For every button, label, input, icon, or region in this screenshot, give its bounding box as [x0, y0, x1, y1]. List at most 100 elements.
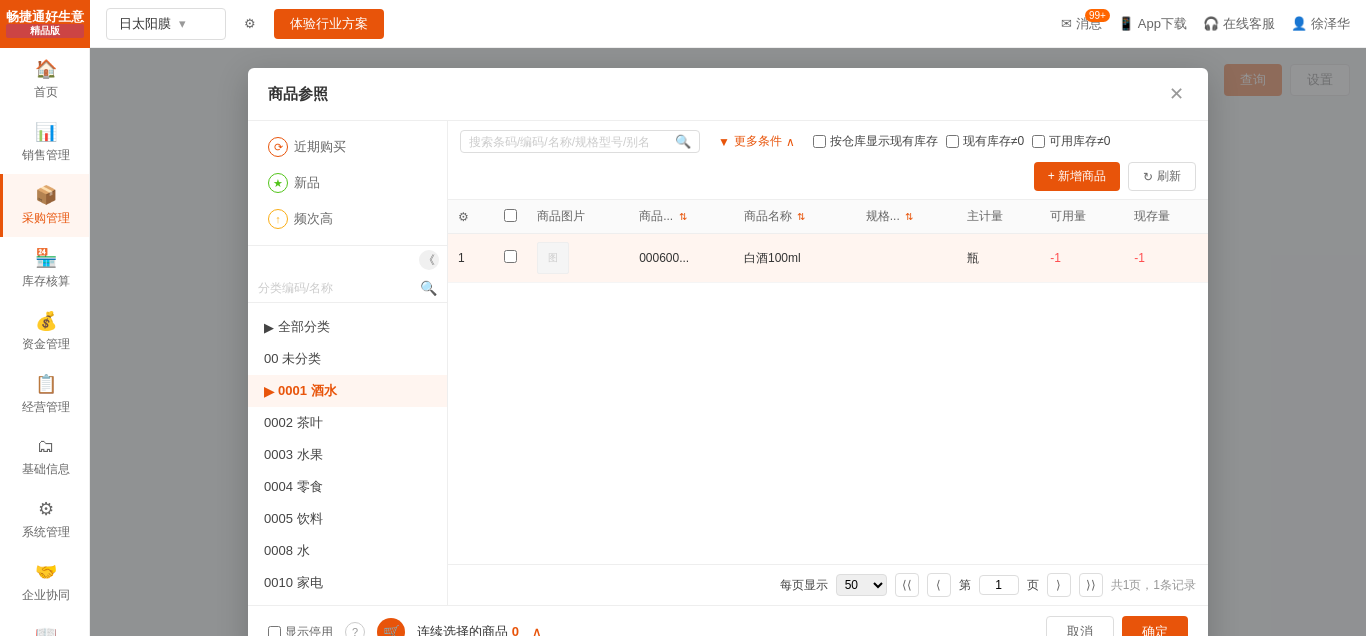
sidebar-item-finance[interactable]: 💰 资金管理: [0, 300, 89, 363]
th-spec[interactable]: 规格... ⇅: [856, 200, 957, 234]
add-product-button[interactable]: + 新增商品: [1034, 162, 1120, 191]
cancel-button[interactable]: 取消: [1046, 616, 1114, 636]
sales-icon: 📊: [35, 121, 57, 143]
logo-sub: 精品版: [6, 24, 84, 38]
filter-button[interactable]: ▼ 更多条件 ∧: [708, 129, 805, 154]
online-service-label: 在线客服: [1223, 15, 1275, 33]
sidebar-item-sales[interactable]: 📊 销售管理: [0, 111, 89, 174]
th-unit[interactable]: 主计量: [957, 200, 1041, 234]
sidebar-item-home[interactable]: 🏠 首页: [0, 48, 89, 111]
sidebar-item-purchase[interactable]: 📦 采购管理: [0, 174, 89, 237]
layout: 🏠 首页 📊 销售管理 📦 采购管理 🏪 库存核算 💰 资金管理 📋 经营管理 …: [0, 48, 1366, 636]
app-download-button[interactable]: 📱 App下载: [1118, 15, 1187, 33]
operation-icon: 📋: [35, 373, 57, 395]
cell-checkbox[interactable]: [494, 234, 527, 283]
help-icon[interactable]: ?: [345, 622, 365, 636]
next-page-button[interactable]: ⟩: [1047, 573, 1071, 597]
footer-buttons: 取消 确定: [1046, 616, 1188, 636]
sidebar-item-basics[interactable]: 🗂 基础信息: [0, 426, 89, 488]
row-checkbox[interactable]: [504, 250, 517, 263]
cell-spec: [856, 234, 957, 283]
checkbox-warehouse[interactable]: 按仓库显示现有库存: [813, 133, 938, 150]
quick-new[interactable]: ★ 新品: [256, 165, 439, 201]
th-code[interactable]: 商品... ⇅: [629, 200, 734, 234]
sidebar-item-guide[interactable]: 📖 新手引导: [0, 614, 89, 636]
logo-title: 畅捷通好生意: [6, 9, 84, 25]
table-header-row: ⚙ 商品图片 商品... ⇅: [448, 200, 1208, 234]
th-name[interactable]: 商品名称 ⇅: [734, 200, 856, 234]
message-button[interactable]: ✉ 消息 99+: [1061, 15, 1102, 33]
category-search-icon[interactable]: 🔍: [420, 280, 437, 296]
collapse-button[interactable]: 《: [419, 250, 439, 270]
modal-close-button[interactable]: ✕: [1164, 82, 1188, 106]
prev-page-button[interactable]: ⟨: [927, 573, 951, 597]
sidebar-item-sales-label: 销售管理: [22, 147, 70, 164]
sidebar-item-basics-label: 基础信息: [22, 461, 70, 478]
trial-button[interactable]: 体验行业方案: [274, 9, 384, 39]
quick-filters: ⟳ 近期购买 ★ 新品 ↑ 频次高: [248, 121, 447, 246]
checkbox-stock-nonzero[interactable]: 现有库存≠0: [946, 133, 1024, 150]
page-number-input[interactable]: [979, 575, 1019, 595]
checkbox-warehouse-input[interactable]: [813, 135, 826, 148]
cat-all[interactable]: ▶ 全部分类: [248, 311, 447, 343]
gear-button[interactable]: ⚙: [234, 8, 266, 40]
modal-title: 商品参照: [268, 85, 328, 104]
checkbox-available-nonzero-input[interactable]: [1032, 135, 1045, 148]
sidebar-item-collab[interactable]: 🤝 企业协同: [0, 551, 89, 614]
cat-0010[interactable]: 0010 家电: [248, 567, 447, 599]
sidebar: 🏠 首页 📊 销售管理 📦 采购管理 🏪 库存核算 💰 资金管理 📋 经营管理 …: [0, 48, 90, 636]
cat-0001[interactable]: ▶ 0001 酒水: [248, 375, 447, 407]
sidebar-item-purchase-label: 采购管理: [22, 210, 70, 227]
product-search-input[interactable]: [469, 135, 675, 149]
cat-0010-label: 0010 家电: [264, 574, 323, 592]
cell-code: 000600...: [629, 234, 734, 283]
quick-recent[interactable]: ⟳ 近期购买: [256, 129, 439, 165]
select-all-checkbox[interactable]: [504, 209, 517, 222]
checkbox-available-nonzero[interactable]: 可用库存≠0: [1032, 133, 1110, 150]
cart-icon[interactable]: 🛒: [377, 618, 405, 636]
sidebar-item-collab-label: 企业协同: [22, 587, 70, 604]
cat-uncategorized[interactable]: 00 未分类: [248, 343, 447, 375]
pagination: 每页显示 10 20 50 100 ⟨⟨ ⟨ 第 页: [448, 564, 1208, 605]
last-page-button[interactable]: ⟩⟩: [1079, 573, 1103, 597]
cat-0003[interactable]: 0003 水果: [248, 439, 447, 471]
cat-0005[interactable]: 0005 饮料: [248, 503, 447, 535]
sidebar-item-inventory[interactable]: 🏪 库存核算: [0, 237, 89, 300]
refresh-label: 刷新: [1157, 168, 1181, 185]
app-logo: 畅捷通好生意 精品版: [0, 0, 90, 48]
cat-0004[interactable]: 0004 零食: [248, 471, 447, 503]
show-disabled-checkbox[interactable]: [268, 626, 281, 637]
store-selector[interactable]: 日太阳膜 ▾: [106, 8, 226, 40]
category-search-input[interactable]: [258, 281, 420, 295]
mobile-icon: 📱: [1118, 16, 1134, 31]
online-service-button[interactable]: 🎧 在线客服: [1203, 15, 1275, 33]
confirm-button[interactable]: 确定: [1122, 616, 1188, 636]
quick-freq[interactable]: ↑ 频次高: [256, 201, 439, 237]
refresh-button[interactable]: ↻ 刷新: [1128, 162, 1196, 191]
show-disabled-toggle[interactable]: 显示停用: [268, 624, 333, 637]
cell-unit: 瓶: [957, 234, 1041, 283]
cart-text: 连续选择的商品 0: [417, 623, 519, 636]
th-settings[interactable]: ⚙: [448, 200, 494, 234]
cart-collapse-button[interactable]: ∧: [531, 623, 543, 637]
per-page-select[interactable]: 10 20 50 100: [836, 574, 887, 596]
quick-freq-label: 频次高: [294, 210, 333, 228]
category-list: ▶ 全部分类 00 未分类 ▶ 0001 酒水 0002 茶: [248, 303, 447, 605]
checkbox-stock-nonzero-input[interactable]: [946, 135, 959, 148]
user-profile[interactable]: 👤 徐泽华: [1291, 15, 1350, 33]
quick-recent-label: 近期购买: [294, 138, 346, 156]
th-available: 可用量: [1040, 200, 1124, 234]
first-page-button[interactable]: ⟨⟨: [895, 573, 919, 597]
modal-overlay: 商品参照 ✕ ⟳ 近期购买 ★ 新品: [90, 48, 1366, 636]
cell-name: 白酒100ml: [734, 234, 856, 283]
basics-icon: 🗂: [37, 436, 55, 457]
sidebar-item-operation[interactable]: 📋 经营管理: [0, 363, 89, 426]
table-row[interactable]: 1 图 000600... 白酒100ml: [448, 234, 1208, 283]
modal-header: 商品参照 ✕: [248, 68, 1208, 121]
cat-0008[interactable]: 0008 水: [248, 535, 447, 567]
search-icon[interactable]: 🔍: [675, 134, 691, 149]
page-label: 第: [959, 577, 971, 594]
purchase-icon: 📦: [35, 184, 57, 206]
cat-0002[interactable]: 0002 茶叶: [248, 407, 447, 439]
sidebar-item-system[interactable]: ⚙ 系统管理: [0, 488, 89, 551]
